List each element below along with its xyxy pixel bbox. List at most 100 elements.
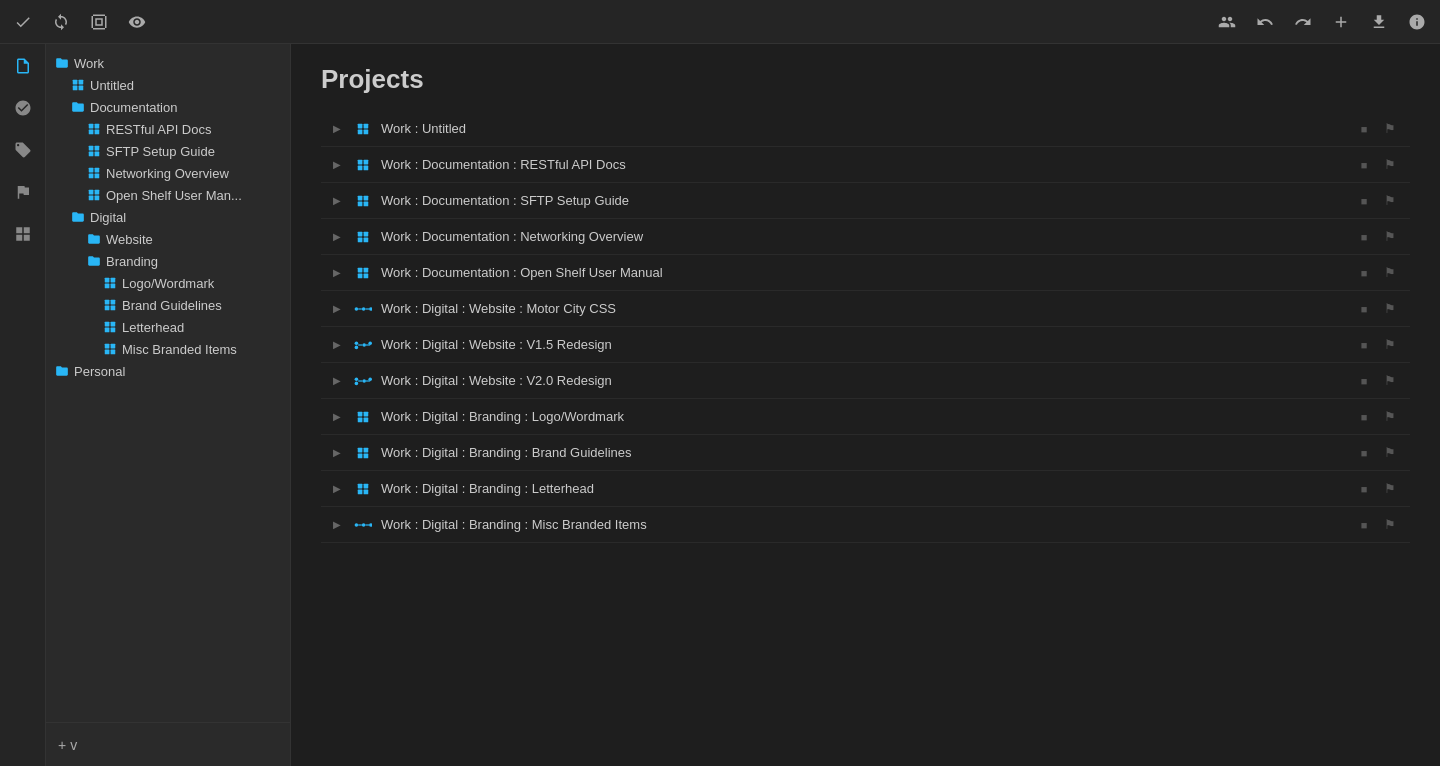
sidebar-item-website[interactable]: Website (46, 228, 290, 250)
row-flag-icon[interactable]: ⚑ (1382, 409, 1398, 424)
row-doc-icon[interactable]: ■ (1356, 303, 1372, 315)
svg-rect-20 (105, 278, 110, 283)
sidebar-add-button[interactable]: + v (46, 722, 290, 766)
sidebar-item-documentation[interactable]: Documentation (46, 96, 290, 118)
sidebar-item-restful-api-docs[interactable]: RESTful API Docs (46, 118, 290, 140)
row-flag-icon[interactable]: ⚑ (1382, 481, 1398, 496)
svg-point-89 (369, 523, 372, 527)
table-row[interactable]: ▶ Work : Digital : Website : V2.0 Redesi… (321, 363, 1410, 399)
svg-rect-74 (364, 411, 369, 416)
row-doc-icon[interactable]: ■ (1356, 447, 1372, 459)
sidebar-item-sftp-setup-guide[interactable]: SFTP Setup Guide (46, 140, 290, 162)
add-icon[interactable] (1330, 11, 1352, 33)
eye-icon[interactable] (126, 11, 148, 33)
download-icon[interactable] (1368, 11, 1390, 33)
svg-rect-73 (358, 411, 363, 416)
rail-tag-icon[interactable] (9, 136, 37, 164)
row-flag-icon[interactable]: ⚑ (1382, 265, 1398, 280)
row-doc-icon[interactable]: ■ (1356, 519, 1372, 531)
sidebar-item-untitled[interactable]: Untitled (46, 74, 290, 96)
svg-point-85 (355, 523, 359, 527)
table-row[interactable]: ▶ Work : Documentation : SFTP Setup Guid… (321, 183, 1410, 219)
svg-rect-54 (358, 273, 363, 278)
svg-rect-77 (358, 447, 363, 452)
row-label: Work : Digital : Branding : Letterhead (381, 481, 1356, 496)
row-label: Work : Digital : Website : V2.0 Redesign (381, 373, 1356, 388)
sidebar-item-digital[interactable]: Digital (46, 206, 290, 228)
row-flag-icon[interactable]: ⚑ (1382, 301, 1398, 316)
row-label: Work : Untitled (381, 121, 1356, 136)
table-row[interactable]: ▶ Work : Digital : Website : Motor City … (321, 291, 1410, 327)
row-flag-icon[interactable]: ⚑ (1382, 157, 1398, 172)
table-row[interactable]: ▶ Work : Digital : Branding : Misc Brand… (321, 507, 1410, 543)
links-alt-node-icon (353, 374, 373, 388)
row-doc-icon[interactable]: ■ (1356, 483, 1372, 495)
sidebar-item-networking-overview[interactable]: Networking Overview (46, 162, 290, 184)
svg-point-64 (362, 343, 366, 347)
row-flag-icon[interactable]: ⚑ (1382, 337, 1398, 352)
main-layout: Work Untitled DocumentationRESTful API Doc… (0, 44, 1440, 766)
links-node-icon (353, 302, 373, 316)
row-flag-icon[interactable]: ⚑ (1382, 517, 1398, 532)
sidebar-item-letterhead[interactable]: Letterhead (46, 316, 290, 338)
table-row[interactable]: ▶ Work : Digital : Branding : Letterhead… (321, 471, 1410, 507)
sidebar-item-open-shelf-user-man[interactable]: Open Shelf User Man... (46, 184, 290, 206)
row-doc-icon[interactable]: ■ (1356, 375, 1372, 387)
folder-icon-digital (70, 209, 86, 225)
grid-node-icon (353, 230, 373, 244)
row-flag-icon[interactable]: ⚑ (1382, 373, 1398, 388)
sidebar-item-logo-wordmark[interactable]: Logo/Wordmark (46, 272, 290, 294)
info-icon[interactable] (1406, 11, 1428, 33)
row-flag-icon[interactable]: ⚑ (1382, 193, 1398, 208)
table-row[interactable]: ▶ Work : Untitled■⚑ (321, 111, 1410, 147)
row-doc-icon[interactable]: ■ (1356, 231, 1372, 243)
expand-arrow-icon: ▶ (333, 303, 347, 314)
table-row[interactable]: ▶ Work : Documentation : RESTful API Doc… (321, 147, 1410, 183)
sidebar-item-brand-guidelines[interactable]: Brand Guidelines (46, 294, 290, 316)
sidebar-item-misc-branded-items[interactable]: Misc Branded Items (46, 338, 290, 360)
row-doc-icon[interactable]: ■ (1356, 411, 1372, 423)
users-icon[interactable] (1216, 11, 1238, 33)
row-doc-icon[interactable]: ■ (1356, 339, 1372, 351)
sidebar-label-logo-wordmark: Logo/Wordmark (122, 276, 214, 291)
svg-rect-55 (364, 273, 369, 278)
row-doc-icon[interactable]: ■ (1356, 267, 1372, 279)
table-row[interactable]: ▶ Work : Documentation : Networking Over… (321, 219, 1410, 255)
table-row[interactable]: ▶ Work : Documentation : Open Shelf User… (321, 255, 1410, 291)
sync-icon[interactable] (50, 11, 72, 33)
row-doc-icon[interactable]: ■ (1356, 195, 1372, 207)
svg-rect-13 (95, 168, 100, 173)
frame-icon[interactable] (88, 11, 110, 33)
row-actions: ■⚑ (1356, 157, 1398, 172)
row-doc-icon[interactable]: ■ (1356, 123, 1372, 135)
sidebar-item-work[interactable]: Work (46, 52, 290, 74)
sidebar-label-untitled: Untitled (90, 78, 134, 93)
sidebar-item-branding[interactable]: Branding (46, 250, 290, 272)
svg-rect-78 (364, 447, 369, 452)
sidebar: Work Untitled DocumentationRESTful API Doc… (46, 44, 291, 766)
sidebar-label-letterhead: Letterhead (122, 320, 184, 335)
table-row[interactable]: ▶ Work : Digital : Branding : Brand Guid… (321, 435, 1410, 471)
table-row[interactable]: ▶ Work : Digital : Website : V1.5 Redesi… (321, 327, 1410, 363)
sidebar-item-personal[interactable]: Personal (46, 360, 290, 382)
check-icon[interactable] (12, 11, 34, 33)
rail-nodes-icon[interactable] (9, 94, 37, 122)
row-doc-icon[interactable]: ■ (1356, 159, 1372, 171)
row-flag-icon[interactable]: ⚑ (1382, 229, 1398, 244)
svg-rect-22 (105, 284, 110, 289)
grid-node-icon (353, 410, 373, 424)
undo-icon[interactable] (1254, 11, 1276, 33)
redo-icon[interactable] (1292, 11, 1314, 33)
table-row[interactable]: ▶ Work : Digital : Branding : Logo/Wordm… (321, 399, 1410, 435)
rail-page-icon[interactable] (9, 52, 37, 80)
svg-rect-41 (364, 159, 369, 164)
svg-rect-47 (364, 201, 369, 206)
grid-node-icon (353, 158, 373, 172)
svg-point-67 (355, 377, 359, 381)
row-flag-icon[interactable]: ⚑ (1382, 445, 1398, 460)
row-actions: ■⚑ (1356, 121, 1398, 136)
rail-grid-icon[interactable] (9, 220, 37, 248)
rail-flag-icon[interactable] (9, 178, 37, 206)
row-flag-icon[interactable]: ⚑ (1382, 121, 1398, 136)
row-label: Work : Digital : Branding : Misc Branded… (381, 517, 1356, 532)
